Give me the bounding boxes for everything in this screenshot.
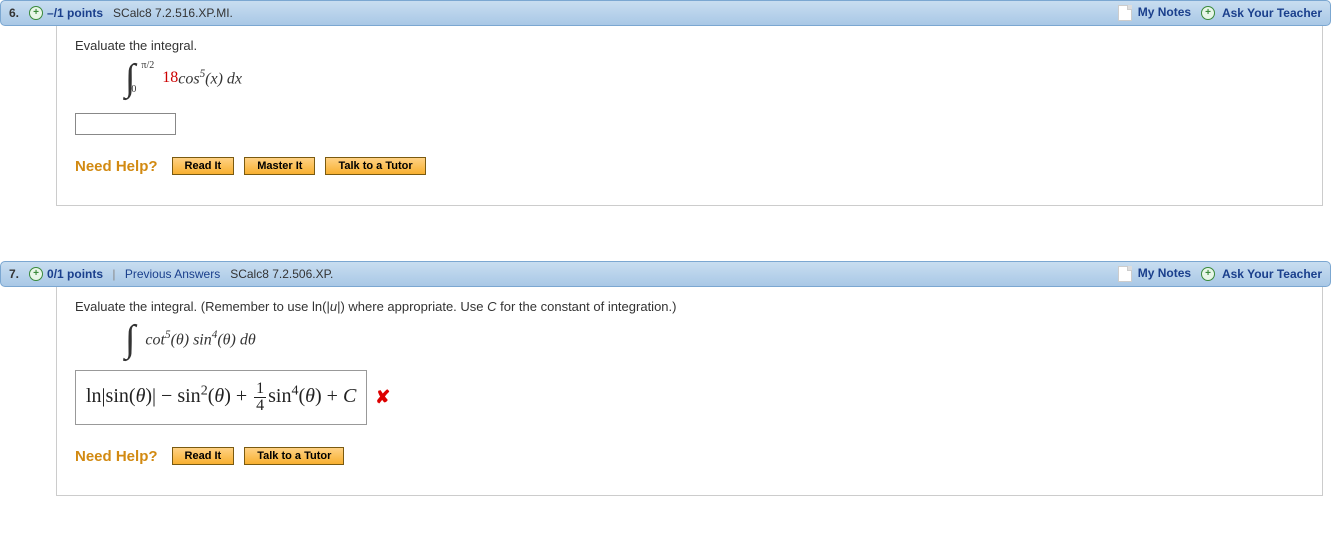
plus-icon: +	[1201, 6, 1215, 20]
answer-input[interactable]	[75, 113, 176, 135]
note-icon	[1118, 266, 1132, 282]
points-label[interactable]: –/1 points	[47, 6, 103, 20]
plus-icon: +	[1201, 267, 1215, 281]
my-notes-link[interactable]: My Notes	[1118, 266, 1191, 282]
ask-teacher-link[interactable]: + Ask Your Teacher	[1201, 267, 1322, 282]
answer-row: ln|sin(θ)| − sin2(θ) + 14sin4(θ) + C ✘	[75, 370, 1304, 425]
coefficient: 18	[162, 69, 178, 87]
source-label: SCalc8 7.2.506.XP.	[230, 267, 333, 281]
question-body: Evaluate the integral. ∫ π/2 0 18 cos5(x…	[56, 26, 1323, 206]
prompt-text: Evaluate the integral. (Remember to use …	[75, 299, 1304, 314]
need-help-row: Need Help? Read It Master It Talk to a T…	[75, 157, 1304, 175]
master-it-button[interactable]: Master It	[244, 157, 315, 175]
integrand: cot5(θ) sin4(θ) dθ	[145, 329, 255, 349]
question-number: 7.	[9, 267, 19, 281]
note-icon	[1118, 5, 1132, 21]
talk-tutor-button[interactable]: Talk to a Tutor	[244, 447, 344, 465]
integral-expression: ∫ π/2 0 18 cos5(x) dx	[125, 59, 1304, 97]
read-it-button[interactable]: Read It	[172, 157, 235, 175]
prompt-text: Evaluate the integral.	[75, 38, 1304, 53]
need-help-label: Need Help?	[75, 448, 158, 465]
answer-box[interactable]: ln|sin(θ)| − sin2(θ) + 14sin4(θ) + C	[75, 370, 367, 425]
question-6: 6. + –/1 points SCalc8 7.2.516.XP.MI. My…	[0, 0, 1331, 206]
my-notes-link[interactable]: My Notes	[1118, 5, 1191, 21]
question-header: 6. + –/1 points SCalc8 7.2.516.XP.MI. My…	[0, 0, 1331, 26]
integrand: cos5(x) dx	[178, 68, 242, 88]
ask-teacher-link[interactable]: + Ask Your Teacher	[1201, 6, 1322, 21]
question-body: Evaluate the integral. (Remember to use …	[56, 287, 1323, 496]
previous-answers-link[interactable]: Previous Answers	[125, 267, 220, 281]
read-it-button[interactable]: Read It	[172, 447, 235, 465]
integral-expression: ∫ cot5(θ) sin4(θ) dθ	[125, 320, 1304, 358]
need-help-row: Need Help? Read It Talk to a Tutor	[75, 447, 1304, 465]
source-label: SCalc8 7.2.516.XP.MI.	[113, 6, 233, 20]
question-7: 7. + 0/1 points | Previous Answers SCalc…	[0, 261, 1331, 496]
expand-icon[interactable]: +	[29, 267, 43, 281]
integral-sign-icon: ∫	[125, 320, 135, 358]
header-actions: My Notes + Ask Your Teacher	[1118, 266, 1322, 282]
question-number: 6.	[9, 6, 19, 20]
expand-icon[interactable]: +	[29, 6, 43, 20]
need-help-label: Need Help?	[75, 158, 158, 175]
question-header: 7. + 0/1 points | Previous Answers SCalc…	[0, 261, 1331, 287]
wrong-icon: ✘	[375, 387, 390, 408]
header-actions: My Notes + Ask Your Teacher	[1118, 5, 1322, 21]
separator: |	[109, 267, 119, 281]
points-label[interactable]: 0/1 points	[47, 267, 103, 281]
integral-bounds: π/2 0	[137, 61, 154, 95]
talk-tutor-button[interactable]: Talk to a Tutor	[325, 157, 425, 175]
